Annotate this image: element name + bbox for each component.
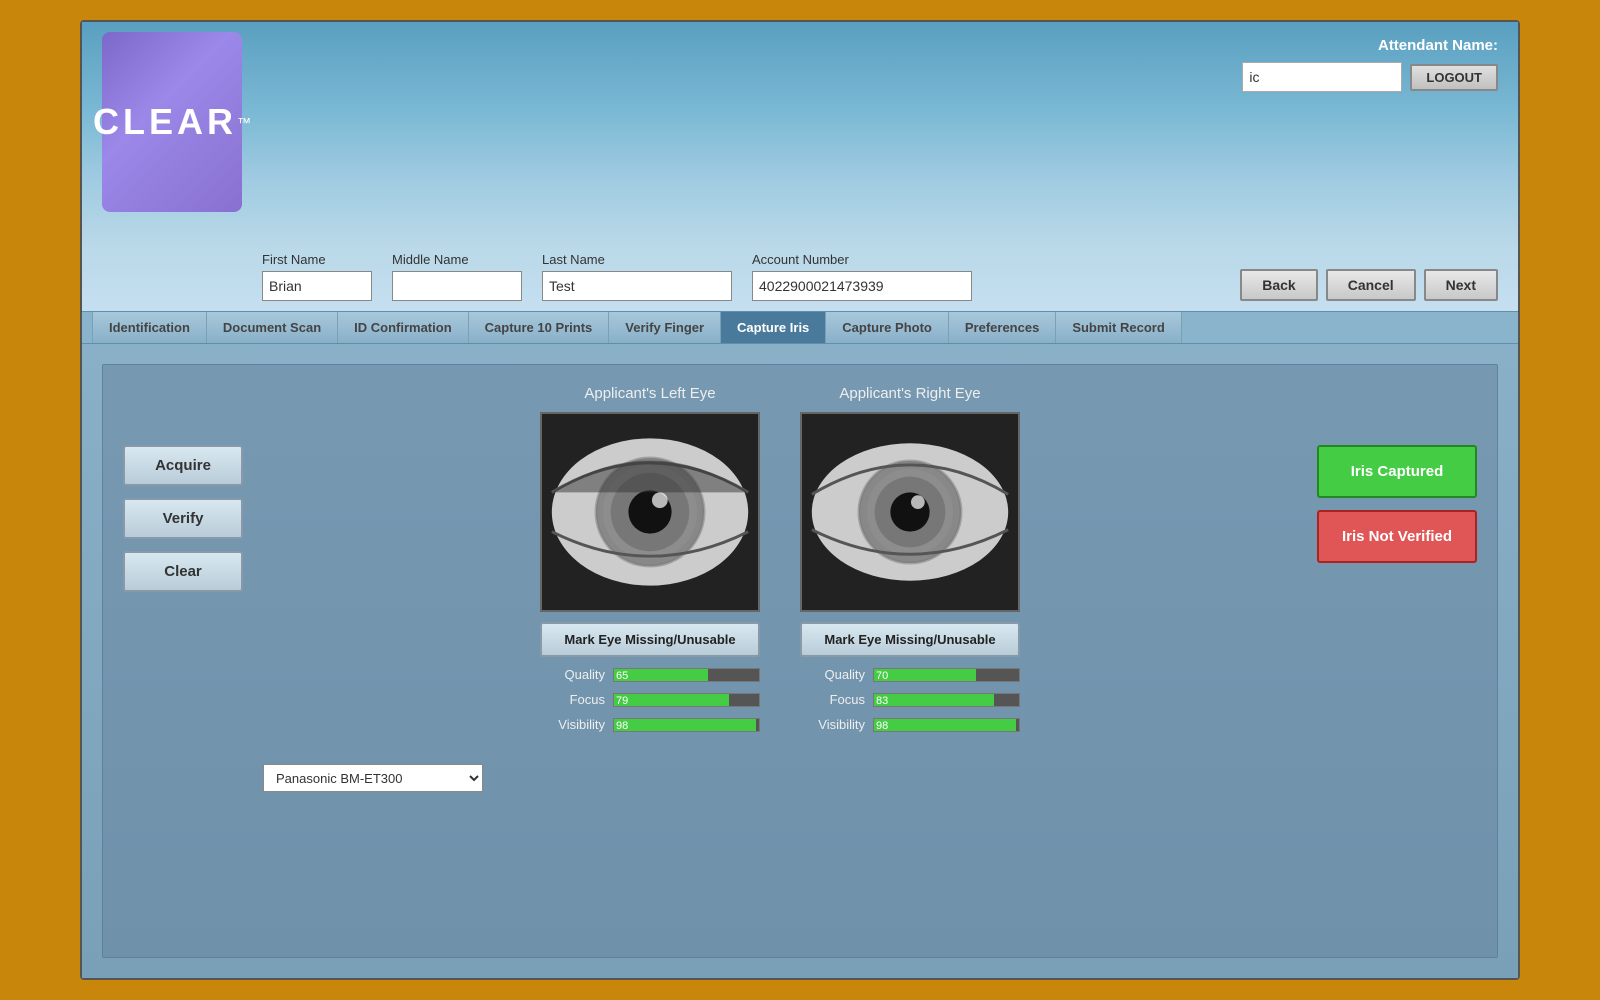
right-focus-value: 83	[876, 694, 888, 708]
right-quality-bar	[874, 669, 976, 681]
right-eye-image	[800, 412, 1020, 612]
right-quality-bar-container: 70	[873, 668, 1020, 682]
left-eye-visibility-row: Visibility 98	[540, 717, 760, 732]
camera-row: Panasonic BM-ET300	[263, 748, 1297, 792]
left-visibility-bar-container: 98	[613, 718, 760, 732]
iris-not-verified-badge: Iris Not Verified	[1317, 510, 1477, 563]
logo-tm: ™	[237, 115, 251, 131]
left-quality-bar-container: 65	[613, 668, 760, 682]
tab-submit-record[interactable]: Submit Record	[1056, 312, 1181, 343]
left-eye-image	[540, 412, 760, 612]
last-name-label: Last Name	[542, 252, 732, 267]
account-number-group: Account Number	[752, 252, 972, 301]
attendant-area: Attendant Name: LOGOUT	[1242, 37, 1498, 92]
right-focus-label: Focus	[800, 692, 865, 707]
next-button[interactable]: Next	[1424, 269, 1498, 301]
account-number-input[interactable]	[752, 271, 972, 301]
eyes-container: Applicant's Left Eye	[263, 385, 1297, 937]
tab-document-scan[interactable]: Document Scan	[207, 312, 338, 343]
right-eye-panel: Applicant's Right Eye	[800, 385, 1020, 732]
verify-button[interactable]: Verify	[123, 498, 243, 539]
right-visibility-label: Visibility	[800, 717, 865, 732]
eye-panels: Applicant's Left Eye	[263, 385, 1297, 732]
left-focus-bar-container: 79	[613, 693, 760, 707]
camera-select[interactable]: Panasonic BM-ET300	[263, 764, 483, 792]
right-visibility-value: 98	[876, 719, 888, 733]
tab-id-confirmation[interactable]: ID Confirmation	[338, 312, 469, 343]
first-name-group: First Name	[262, 252, 372, 301]
left-eye-title: Applicant's Left Eye	[584, 385, 715, 402]
logo-area: CLEAR™	[102, 32, 242, 212]
middle-name-input[interactable]	[392, 271, 522, 301]
acquire-button[interactable]: Acquire	[123, 445, 243, 486]
tab-capture-photo[interactable]: Capture Photo	[826, 312, 949, 343]
logo-text: CLEAR	[93, 101, 237, 142]
left-eye-focus-row: Focus 79	[540, 692, 760, 707]
left-focus-bar	[614, 694, 729, 706]
right-focus-bar	[874, 694, 994, 706]
attendant-label: Attendant Name:	[1378, 37, 1498, 54]
left-quality-label: Quality	[540, 667, 605, 682]
clear-button[interactable]: Clear	[123, 551, 243, 592]
first-name-label: First Name	[262, 252, 372, 267]
left-visibility-value: 98	[616, 719, 628, 733]
left-visibility-bar	[614, 719, 756, 731]
tab-capture-iris[interactable]: Capture Iris	[721, 312, 826, 343]
tab-verify-finger[interactable]: Verify Finger	[609, 312, 721, 343]
header: CLEAR™ Attendant Name: LOGOUT	[82, 22, 1518, 242]
left-eye-quality-row: Quality 65	[540, 667, 760, 682]
left-controls: Acquire Verify Clear	[123, 385, 243, 937]
attendant-input[interactable]	[1242, 62, 1402, 92]
iris-captured-badge: Iris Captured	[1317, 445, 1477, 498]
mark-right-eye-button[interactable]: Mark Eye Missing/Unusable	[800, 622, 1020, 657]
tab-preferences[interactable]: Preferences	[949, 312, 1056, 343]
first-name-input[interactable]	[262, 271, 372, 301]
account-number-label: Account Number	[752, 252, 972, 267]
mark-left-eye-button[interactable]: Mark Eye Missing/Unusable	[540, 622, 760, 657]
tab-capture-10-prints[interactable]: Capture 10 Prints	[469, 312, 610, 343]
right-eye-title: Applicant's Right Eye	[839, 385, 980, 402]
right-eye-visibility-row: Visibility 98	[800, 717, 1020, 732]
right-focus-bar-container: 83	[873, 693, 1020, 707]
right-eye-quality-row: Quality 70	[800, 667, 1020, 682]
tabs-row: Identification Document Scan ID Confirma…	[82, 311, 1518, 344]
left-focus-label: Focus	[540, 692, 605, 707]
right-quality-label: Quality	[800, 667, 865, 682]
tab-identification[interactable]: Identification	[92, 312, 207, 343]
form-row: First Name Middle Name Last Name Account…	[82, 242, 1518, 311]
left-focus-value: 79	[616, 694, 628, 708]
main-content: Acquire Verify Clear Applicant's Left Ey…	[82, 344, 1518, 978]
middle-name-label: Middle Name	[392, 252, 522, 267]
content-panel: Acquire Verify Clear Applicant's Left Ey…	[102, 364, 1498, 958]
logout-button[interactable]: LOGOUT	[1410, 64, 1498, 91]
left-eye-panel: Applicant's Left Eye	[540, 385, 760, 732]
status-badges: Iris Captured Iris Not Verified	[1317, 385, 1477, 937]
app-container: CLEAR™ Attendant Name: LOGOUT First Name…	[80, 20, 1520, 980]
cancel-button[interactable]: Cancel	[1326, 269, 1416, 301]
right-visibility-bar-container: 98	[873, 718, 1020, 732]
attendant-row: LOGOUT	[1242, 62, 1498, 92]
mark-left-eye-label: Mark Eye Missing/Unusable	[564, 632, 735, 647]
right-visibility-bar	[874, 719, 1016, 731]
right-eye-svg	[802, 412, 1018, 612]
left-eye-svg	[542, 412, 758, 612]
last-name-input[interactable]	[542, 271, 732, 301]
right-eye-focus-row: Focus 83	[800, 692, 1020, 707]
middle-name-group: Middle Name	[392, 252, 522, 301]
back-button[interactable]: Back	[1240, 269, 1317, 301]
last-name-group: Last Name	[542, 252, 732, 301]
right-quality-value: 70	[876, 669, 888, 683]
left-visibility-label: Visibility	[540, 717, 605, 732]
mark-right-eye-label: Mark Eye Missing/Unusable	[824, 632, 995, 647]
left-quality-value: 65	[616, 669, 628, 683]
nav-buttons: Back Cancel Next	[1240, 269, 1498, 301]
